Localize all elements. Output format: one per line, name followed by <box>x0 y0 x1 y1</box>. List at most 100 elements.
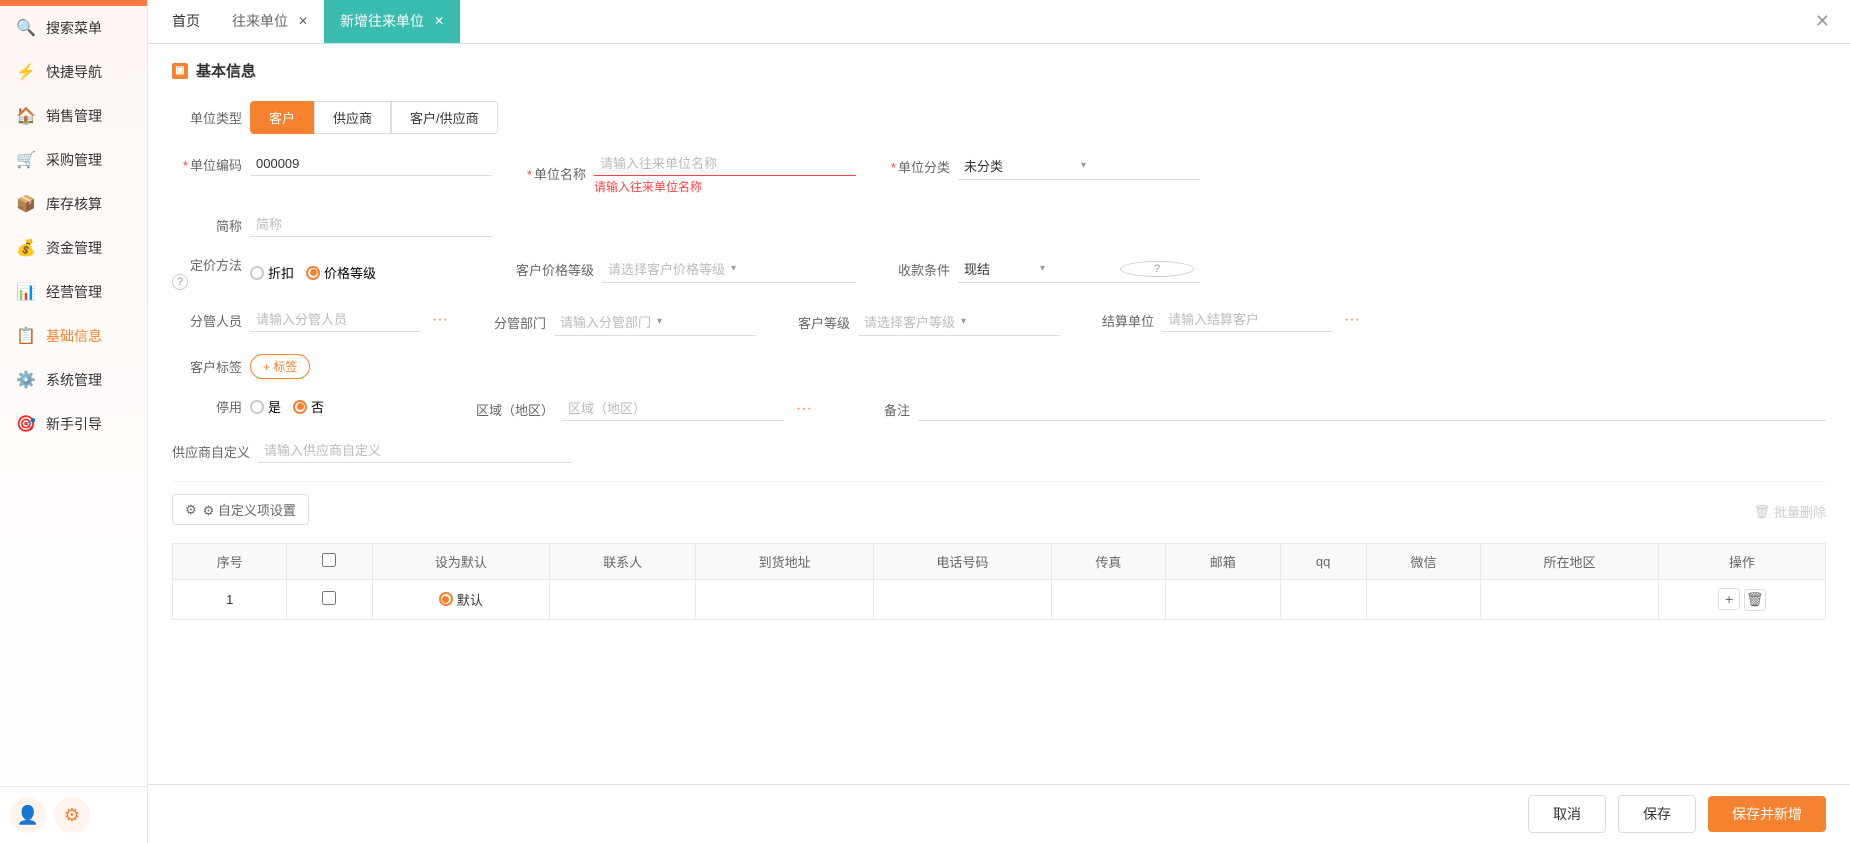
unit-type-supplier-btn[interactable]: 供应商 <box>314 101 391 134</box>
customer-tags-row: 客户标签 + 标签 <box>172 354 1826 379</box>
supplier-custom-field: 供应商自定义 <box>172 439 572 463</box>
row-default-dot <box>442 596 449 603</box>
custom-settings-btn[interactable]: ⚙ ⚙ 自定义项设置 <box>172 494 309 525</box>
customer-level-select[interactable]: 请选择客户等级 ▾ <box>858 308 1060 336</box>
settlement-unit-more-btn[interactable]: ··· <box>1340 311 1364 329</box>
sidebar-item-quick-nav[interactable]: ⚡ 快捷导航 <box>0 50 147 94</box>
pricing-discount-radio[interactable]: 折扣 <box>250 263 294 282</box>
select-all-checkbox[interactable] <box>322 553 336 567</box>
payment-terms-label: 收款条件 <box>880 260 950 279</box>
unit-type-both-btn[interactable]: 客户/供应商 <box>391 101 498 134</box>
row-default-radio[interactable]: 默认 <box>439 590 483 609</box>
payment-terms-caret: ▾ <box>1040 263 1112 274</box>
unit-type-customer-btn[interactable]: 客户 <box>250 101 314 134</box>
disabled-yes-label: 是 <box>268 397 281 416</box>
save-button[interactable]: 保存 <box>1618 795 1696 833</box>
unit-code-label: *单位编码 <box>172 155 242 174</box>
sidebar-avatar-btn[interactable]: 👤 <box>10 797 46 833</box>
settlement-unit-field: 结算单位 ··· <box>1084 308 1364 332</box>
manager-row: 分管人员 ··· 分管部门 请输入分管部门 ▾ 客户等级 请选择客户等级 ▾ 结… <box>172 308 1826 336</box>
add-tag-btn[interactable]: + 标签 <box>250 354 310 379</box>
remark-input[interactable] <box>918 397 1826 421</box>
code-name-category-row: *单位编码 *单位名称 请输入往来单位名称 *单位分类 未分类 ▾ <box>172 152 1826 195</box>
sidebar-item-inventory[interactable]: 📦 库存核算 <box>0 182 147 226</box>
sidebar-item-basic[interactable]: 📋 基础信息 <box>0 314 147 358</box>
tab-home[interactable]: 首页 <box>156 0 216 43</box>
inventory-icon: 📦 <box>16 194 36 214</box>
col-phone: 电话号码 <box>874 544 1052 580</box>
tab-new-unit-label: 新增往来单位 <box>340 11 424 31</box>
customer-tags-field: 客户标签 + 标签 <box>172 354 1826 379</box>
unit-name-input[interactable] <box>594 152 856 176</box>
payment-terms-select[interactable]: 现结 ▾ ? <box>958 255 1200 283</box>
tab-home-label: 首页 <box>172 11 200 31</box>
disabled-field: 停用 是 否 <box>172 397 452 416</box>
sidebar-item-finance[interactable]: 💰 资金管理 <box>0 226 147 270</box>
sidebar-item-guide[interactable]: 🎯 新手引导 <box>0 402 147 446</box>
section-basic-info: ▣ 基本信息 <box>172 60 1826 81</box>
unit-code-input[interactable] <box>250 152 492 176</box>
row-delete-btn[interactable]: 🗑 <box>1744 589 1766 611</box>
system-icon: ⚙️ <box>16 370 36 390</box>
row-default-radio-group: 默认 <box>383 590 540 609</box>
footer: 取消 保存 保存并新增 <box>148 784 1850 843</box>
customer-price-level-select[interactable]: 请选择客户价格等级 ▾ <box>602 255 856 283</box>
sidebar-item-label: 快捷导航 <box>46 62 102 82</box>
unit-category-caret: ▾ <box>1081 160 1194 171</box>
sidebar-settings-btn[interactable]: ⚙ <box>54 797 90 833</box>
disabled-yes-radio[interactable]: 是 <box>250 397 281 416</box>
payment-terms-help-icon[interactable]: ? <box>1120 261 1194 277</box>
pricing-level-radio[interactable]: 价格等级 <box>306 263 376 282</box>
contact-table: 序号 设为默认 联系人 到货地址 电话号码 传真 邮箱 qq 微信 所在地区 操… <box>172 543 1826 620</box>
cancel-button[interactable]: 取消 <box>1528 795 1606 833</box>
row-add-btn[interactable]: + <box>1718 588 1740 610</box>
region-more-btn[interactable]: ··· <box>792 400 816 418</box>
sidebar-item-purchase[interactable]: 🛒 采购管理 <box>0 138 147 182</box>
unit-type-btn-group: 客户 供应商 客户/供应商 <box>250 101 498 134</box>
sidebar-item-operations[interactable]: 📊 经营管理 <box>0 270 147 314</box>
sidebar-item-label: 新手引导 <box>46 414 102 434</box>
manager-label: 分管人员 <box>172 311 242 330</box>
disabled-region-row: 停用 是 否 区域（地区） ··· <box>172 397 1826 421</box>
sidebar-item-label: 库存核算 <box>46 194 102 214</box>
sidebar-item-system[interactable]: ⚙️ 系统管理 <box>0 358 147 402</box>
custom-settings-icon: ⚙ <box>185 502 197 518</box>
finance-icon: 💰 <box>16 238 36 258</box>
batch-delete-area: 🗑 批量删除 <box>1753 502 1826 521</box>
tab-units-close[interactable]: ✕ <box>298 14 308 28</box>
settlement-unit-input[interactable] <box>1162 308 1332 332</box>
customer-level-label: 客户等级 <box>780 313 850 332</box>
disabled-no-radio[interactable]: 否 <box>293 397 324 416</box>
pricing-method-radio-group: 折扣 价格等级 <box>250 263 376 282</box>
sidebar-bottom: 👤 ⚙ <box>0 786 147 843</box>
save-and-new-button[interactable]: 保存并新增 <box>1708 796 1826 832</box>
sidebar-item-sales[interactable]: 🏠 销售管理 <box>0 94 147 138</box>
operations-icon: 📊 <box>16 282 36 302</box>
tab-new-unit-close[interactable]: ✕ <box>434 14 444 28</box>
manager-more-btn[interactable]: ··· <box>428 311 452 329</box>
table-row: 1 默认 <box>173 580 1826 620</box>
row-default-cell: 默认 <box>372 580 550 620</box>
department-label: 分管部门 <box>476 313 546 332</box>
search-icon: 🔍 <box>16 18 36 38</box>
global-close-btn[interactable]: ✕ <box>1803 11 1842 32</box>
unit-category-value: 未分类 <box>964 156 1077 175</box>
department-select[interactable]: 请输入分管部门 ▾ <box>554 308 756 336</box>
unit-name-wrapper: 请输入往来单位名称 <box>594 152 856 195</box>
tab-units[interactable]: 往来单位 ✕ <box>216 0 324 43</box>
alias-input[interactable] <box>250 213 492 237</box>
manager-input[interactable] <box>250 308 420 332</box>
settlement-unit-label: 结算单位 <box>1084 311 1154 330</box>
sidebar-item-search[interactable]: 🔍 搜索菜单 <box>0 6 147 50</box>
row-checkbox[interactable] <box>322 591 336 605</box>
pricing-discount-label: 折扣 <box>268 263 294 282</box>
department-caret: ▾ <box>657 316 750 327</box>
supplier-custom-input[interactable] <box>258 439 572 463</box>
tab-new-unit[interactable]: 新增往来单位 ✕ <box>324 0 460 43</box>
pricing-help-icon[interactable]: ? <box>172 274 188 290</box>
col-email: 邮箱 <box>1166 544 1280 580</box>
row-phone <box>874 580 1052 620</box>
unit-category-select[interactable]: 未分类 ▾ <box>958 152 1200 180</box>
region-input[interactable] <box>562 397 784 421</box>
sidebar-item-label: 销售管理 <box>46 106 102 126</box>
